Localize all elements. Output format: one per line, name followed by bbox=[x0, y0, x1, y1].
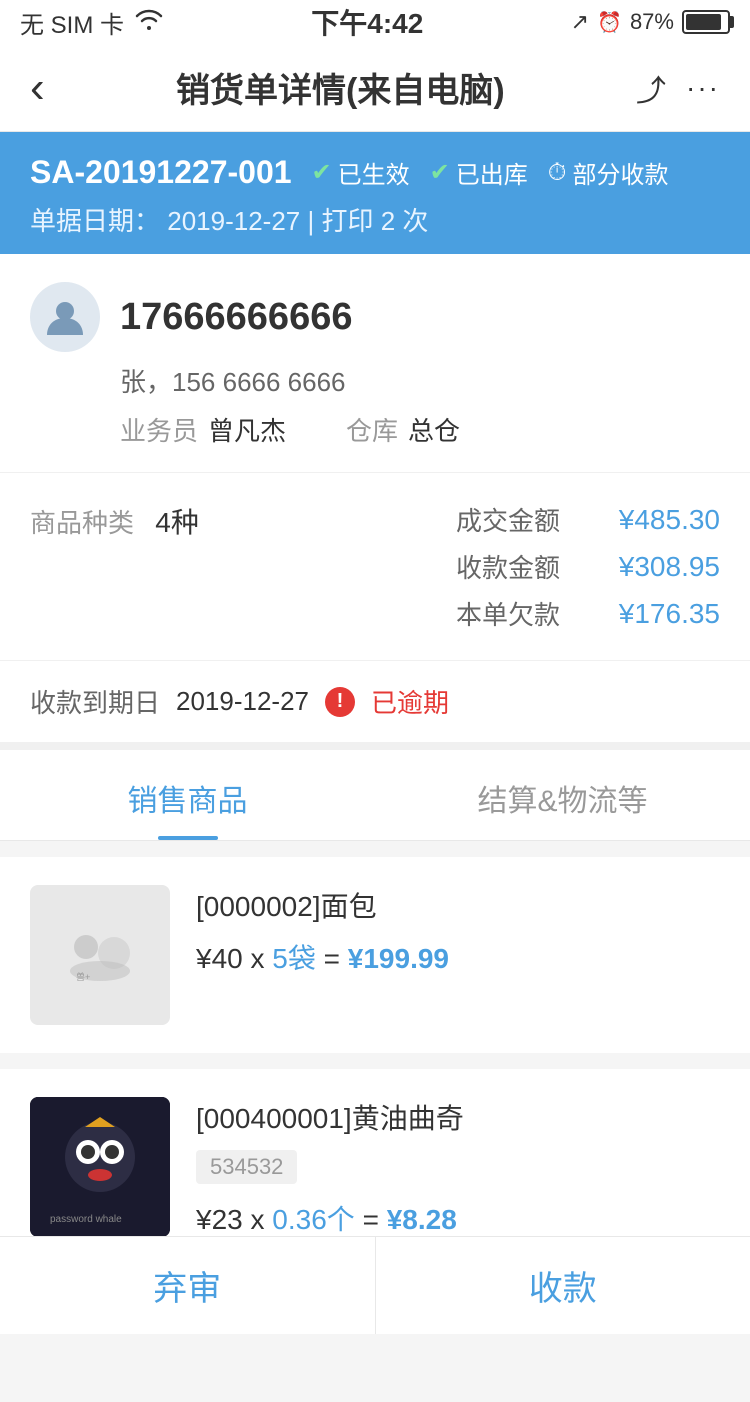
nav-bar: ‹ 销货单详情(来自电脑) ⤴ ··· bbox=[0, 44, 750, 132]
svg-text:password whale: password whale bbox=[50, 1214, 122, 1225]
battery-percent: 87% bbox=[630, 9, 674, 35]
svg-text:兽+: 兽+ bbox=[76, 971, 90, 982]
customer-id: 17666666666 bbox=[120, 296, 352, 339]
product-sku: 534532 bbox=[196, 1150, 297, 1184]
bottom-actions: 弃审 收款 bbox=[0, 1236, 750, 1334]
location-icon: ↗ bbox=[571, 9, 589, 35]
product-price-2: ¥23 x 0.36个 = ¥8.28 bbox=[196, 1198, 720, 1238]
products-list: 兽+ [0000002]面包 ¥40 x 5袋 = ¥199.99 bbox=[0, 857, 750, 1266]
page-title: 销货单详情(来自电脑) bbox=[176, 63, 505, 112]
back-button[interactable]: ‹ bbox=[30, 63, 45, 113]
cancel-button[interactable]: 弃审 bbox=[0, 1237, 376, 1334]
customer-contact: 张，156 6666 6666 bbox=[120, 362, 720, 399]
tab-sales-products[interactable]: 销售商品 bbox=[0, 750, 375, 840]
product-info-2: [000400001]黄油曲奇 534532 ¥23 x 0.36个 = ¥8.… bbox=[196, 1097, 720, 1238]
tab-settlement[interactable]: 结算&物流等 bbox=[375, 750, 750, 840]
battery-icon bbox=[682, 10, 730, 34]
nav-right: ⤴ ··· bbox=[636, 66, 720, 110]
product-name-2: [000400001]黄油曲奇 bbox=[196, 1097, 720, 1137]
overdue-icon: ! bbox=[325, 687, 355, 717]
amount-summary: 成交金额 ¥485.30 收款金额 ¥308.95 本单欠款 ¥176.35 bbox=[456, 501, 720, 632]
product-info-1: [0000002]面包 ¥40 x 5袋 = ¥199.99 bbox=[196, 885, 720, 977]
check-icon-1: ✔ bbox=[312, 158, 332, 187]
status-badge-2: ✔ 已出库 bbox=[430, 155, 528, 190]
time-label: 下午4:42 bbox=[311, 2, 423, 42]
share-button[interactable]: ⤴ bbox=[636, 66, 666, 110]
header-banner: SA-20191227-001 ✔ 已生效 ✔ 已出库 ⏱ 部分收款 单据日期：… bbox=[0, 132, 750, 254]
wifi-icon bbox=[134, 8, 164, 37]
clock-icon: ⏱ bbox=[548, 159, 567, 187]
status-badge-3: ⏱ 部分收款 bbox=[548, 155, 669, 190]
status-badge-1: ✔ 已生效 bbox=[312, 155, 410, 190]
status-right: ↗ ⏰ 87% bbox=[571, 9, 730, 35]
due-date-section: 收款到期日 2019-12-27 ! 已逾期 bbox=[0, 661, 750, 750]
order-meta: 单据日期： 2019-12-27 | 打印 2 次 bbox=[30, 201, 720, 238]
check-icon-2: ✔ bbox=[430, 158, 450, 187]
product-image-2: password whale bbox=[30, 1097, 170, 1237]
tabs: 销售商品 结算&物流等 bbox=[0, 750, 750, 841]
product-image-1: 兽+ bbox=[30, 885, 170, 1025]
nav-left: ‹ bbox=[30, 63, 45, 113]
product-price-1: ¥40 x 5袋 = ¥199.99 bbox=[196, 937, 720, 977]
customer-section: 17666666666 张，156 6666 6666 业务员 曾凡杰 仓库 总… bbox=[0, 254, 750, 473]
alarm-icon: ⏰ bbox=[597, 10, 622, 35]
more-button[interactable]: ··· bbox=[686, 72, 720, 104]
item-count: 商品种类 4种 bbox=[30, 501, 199, 541]
status-left: 无 SIM 卡 bbox=[20, 5, 164, 40]
collect-button[interactable]: 收款 bbox=[376, 1237, 750, 1334]
customer-meta: 业务员 曾凡杰 仓库 总仓 bbox=[120, 411, 720, 448]
avatar bbox=[30, 282, 100, 352]
list-item: 兽+ [0000002]面包 ¥40 x 5袋 = ¥199.99 bbox=[0, 857, 750, 1053]
product-name-1: [0000002]面包 bbox=[196, 885, 720, 925]
status-bar: 无 SIM 卡 下午4:42 ↗ ⏰ 87% bbox=[0, 0, 750, 44]
order-number: SA-20191227-001 bbox=[30, 154, 292, 191]
carrier-label: 无 SIM 卡 bbox=[20, 5, 124, 40]
summary-section: 商品种类 4种 成交金额 ¥485.30 收款金额 ¥308.95 本单欠款 ¥… bbox=[0, 473, 750, 661]
